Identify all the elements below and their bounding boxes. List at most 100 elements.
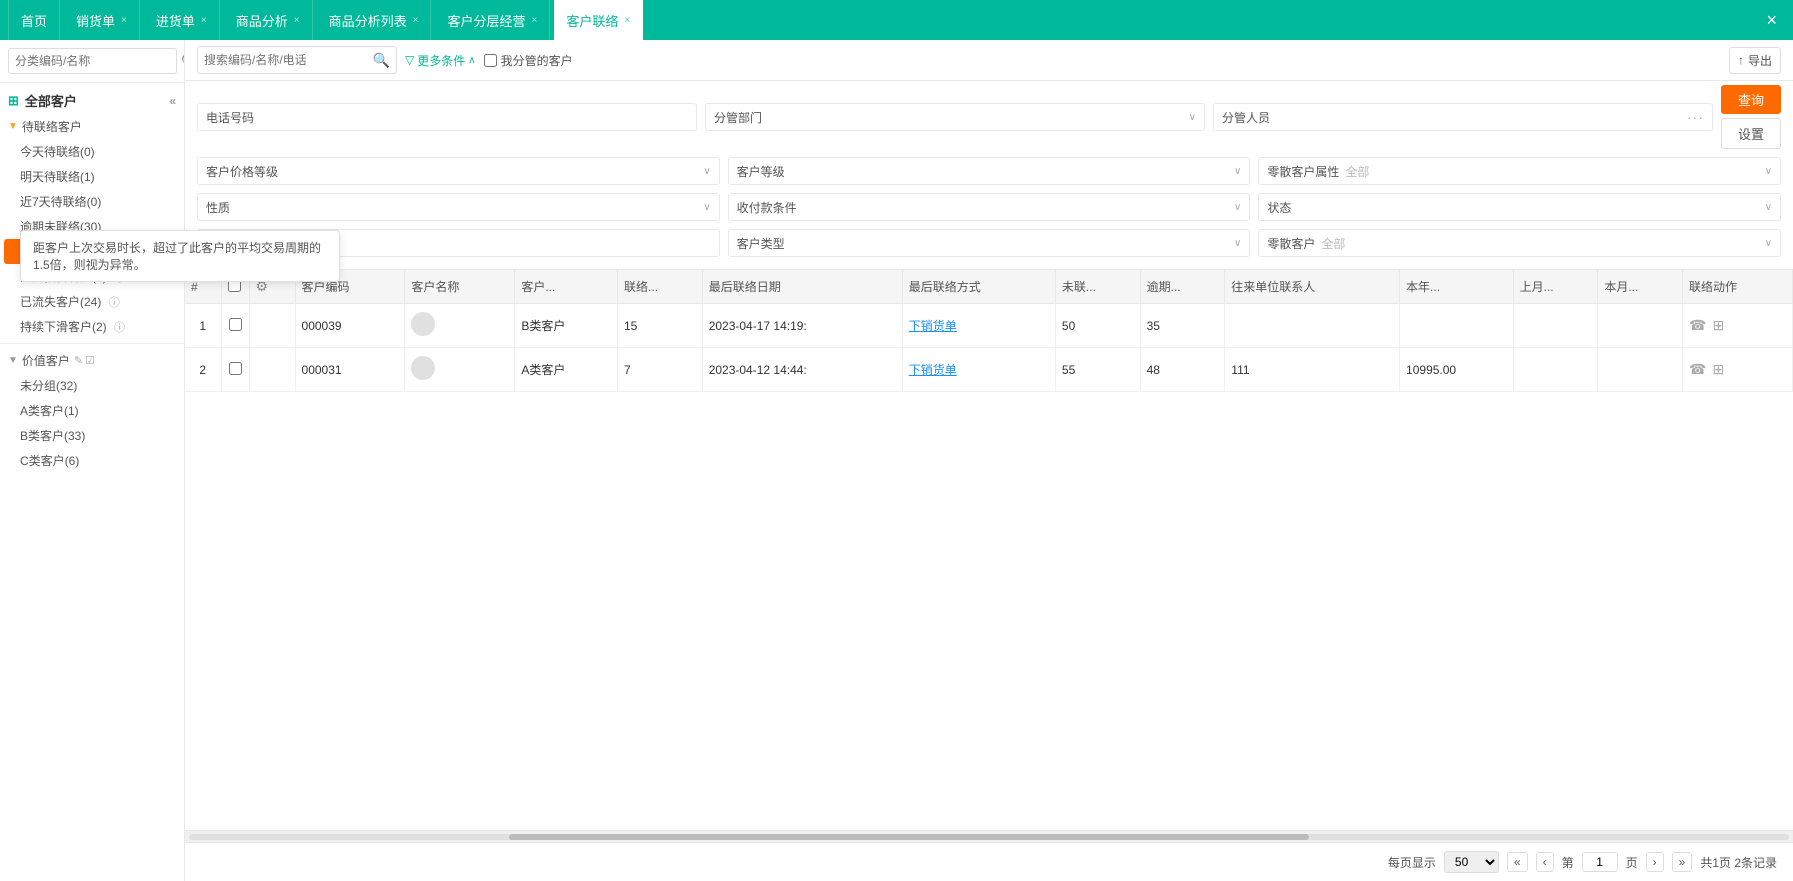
cell-num-1: 2 [185,348,221,392]
filter-retail-attr[interactable]: 零散客户属性 全部 ∨ [1258,157,1781,185]
sidebar-search-input[interactable] [8,48,177,74]
more-action-icon-1[interactable]: ⊞ [1712,361,1724,378]
filter-more-btn[interactable]: ▽ 更多条件 ∧ [405,52,476,69]
col-uncontacted: 未联... [1055,270,1140,304]
sidebar-item-today[interactable]: 今天待联络(0) [0,139,184,164]
filter-retail-attr-label: 零散客户属性 [1267,163,1339,180]
nav-tab-customer-contact[interactable]: 客户联络 × [554,0,643,40]
cell-this-year-1: 10995.00 [1400,348,1514,392]
page-size-select[interactable]: 50 20 100 [1444,851,1499,873]
close-sales-icon[interactable]: × [121,15,127,26]
toolbar-search-input[interactable] [204,53,373,67]
my-customers-checkbox[interactable]: 我分管的客户 [484,52,573,69]
nav-tab-home[interactable]: 首页 [8,0,60,40]
sidebar-item-a-class[interactable]: A类客户(1) [0,398,184,423]
sidebar-group1[interactable]: ▼ 待联络客户 [0,114,184,139]
next-page-btn[interactable]: › [1646,852,1664,872]
cell-last-method-0[interactable]: 下销货单 [902,304,1055,348]
sidebar-item-ungroup[interactable]: 未分组(32) [0,373,184,398]
filter-customer-type[interactable]: 客户类型 ∨ [728,229,1251,257]
nav-tab-customer-tier[interactable]: 客户分层经营 × [435,0,550,40]
cell-last-month-1 [1513,348,1598,392]
first-page-btn[interactable]: « [1507,852,1528,872]
nav-tab-customer-tier-label: 客户分层经营 [447,11,525,30]
export-label: 导出 [1748,52,1772,69]
cell-overdue-0: 35 [1140,304,1225,348]
filter-dept[interactable]: 分管部门 ∨ [705,103,1205,131]
filter-nature[interactable]: 性质 ∨ [197,193,720,221]
toolbar-search-icon[interactable]: 🔍 [373,52,390,69]
last-method-link-0[interactable]: 下销货单 [909,319,957,333]
close-customer-tier-icon[interactable]: × [531,15,537,26]
filter-phone[interactable]: 电话号码 [197,103,697,131]
window-close-button[interactable]: × [1758,10,1785,31]
phone-action-icon-1[interactable]: ☎ [1689,361,1706,378]
settings-button[interactable]: 设置 [1721,118,1781,149]
col-contact: 联络... [618,270,703,304]
nav-tab-goods-list[interactable]: 商品分析列表 × [317,0,432,40]
cell-type-1: A类客户 [515,348,618,392]
filter-payment[interactable]: 收付款条件 ∨ [728,193,1251,221]
col-unit-contacts: 往来单位联系人 [1225,270,1400,304]
cell-uncontacted-1: 55 [1055,348,1140,392]
filter-customer-level-label: 客户等级 [737,163,1230,180]
sidebar: 🔍 ⊞ 全部客户 « ▼ 待联络客户 今天待联络(0) 明天待联络(1) 近7天… [0,40,185,881]
edit-icon[interactable]: ✎ [74,354,83,367]
page-label: 第 [1562,854,1574,871]
pagination-bar: 每页显示 50 20 100 « ‹ 第 页 › » 共1页 2条记录 [185,842,1793,881]
sidebar-item-c-class[interactable]: C类客户(6) [0,448,184,473]
sidebar-item-lost[interactable]: 已流失客户(24) ⓘ [0,289,184,314]
page-size-label: 每页显示 [1388,854,1436,871]
table-row: 2 000031 A类客户 7 2023-04-12 14:44: 下销货单 5… [185,348,1793,392]
filter-customer-level[interactable]: 客户等级 ∨ [728,157,1251,185]
cell-check-0 [221,304,249,348]
cell-unit-contacts-1: 111 [1225,348,1400,392]
filter-row-3: 性质 ∨ 收付款条件 ∨ 状态 ∨ [197,189,1781,225]
horizontal-scrollbar[interactable] [185,830,1793,842]
nav-tab-purchase[interactable]: 进货单 × [144,0,220,40]
filter-status[interactable]: 状态 ∨ [1258,193,1781,221]
prev-page-btn[interactable]: ‹ [1536,852,1554,872]
sidebar-item-tomorrow[interactable]: 明天待联络(1) [0,164,184,189]
sidebar-item-declining[interactable]: 持续下滑客户(2) ⓘ [0,314,184,339]
filter-person[interactable]: 分管人员 ··· [1213,103,1713,131]
cell-last-method-1[interactable]: 下销货单 [902,348,1055,392]
nav-tab-sales[interactable]: 销货单 × [64,0,140,40]
sidebar-search-row: 🔍 [0,40,184,83]
total-label: 共1页 2条记录 [1700,854,1777,871]
close-purchase-icon[interactable]: × [201,15,207,26]
more-action-icon-0[interactable]: ⊞ [1712,317,1724,334]
nav-tab-goods-analysis[interactable]: 商品分析 × [224,0,313,40]
close-goods-analysis-icon[interactable]: × [294,15,300,26]
cell-code-0: 000039 [295,304,405,348]
check-icon[interactable]: ☑ [85,354,95,367]
nav-tab-customer-contact-label: 客户联络 [566,11,618,30]
query-button[interactable]: 查询 [1721,85,1781,114]
col-overdue: 逾期... [1140,270,1225,304]
cell-this-month-0 [1598,304,1683,348]
sidebar-group2[interactable]: ▼ 价值客户 ✎ ☑ [0,348,184,373]
close-goods-list-icon[interactable]: × [413,15,419,26]
sidebar-collapse-icon[interactable]: « [169,94,176,108]
page-input[interactable] [1582,852,1618,872]
row-checkbox-1[interactable] [229,362,242,375]
sidebar-item-ungroup-label: 未分组(32) [20,379,77,393]
my-customers-check[interactable] [484,54,497,67]
export-button[interactable]: ↑ 导出 [1729,47,1781,74]
avatar-0 [411,312,435,336]
cell-uncontacted-0: 50 [1055,304,1140,348]
last-method-link-1[interactable]: 下销货单 [909,363,957,377]
sidebar-item-b-class[interactable]: B类客户(33) [0,423,184,448]
phone-action-icon-0[interactable]: ☎ [1689,317,1706,334]
filter-retail-customer[interactable]: 零散客户 全部 ∨ [1258,229,1781,257]
nav-tab-goods-analysis-label: 商品分析 [236,11,288,30]
sidebar-item-7days[interactable]: 近7天待联络(0) [0,189,184,214]
top-nav: 首页 销货单 × 进货单 × 商品分析 × 商品分析列表 × 客户分层经营 × … [0,0,1793,40]
close-customer-contact-icon[interactable]: × [624,15,630,26]
toolbar: 🔍 ▽ 更多条件 ∧ 我分管的客户 ↑ 导出 [185,40,1793,81]
row-checkbox-0[interactable] [229,318,242,331]
last-page-btn[interactable]: » [1672,852,1693,872]
filter-price-level[interactable]: 客户价格等级 ∨ [197,157,720,185]
cell-settings-1 [249,348,295,392]
export-icon: ↑ [1738,53,1744,67]
